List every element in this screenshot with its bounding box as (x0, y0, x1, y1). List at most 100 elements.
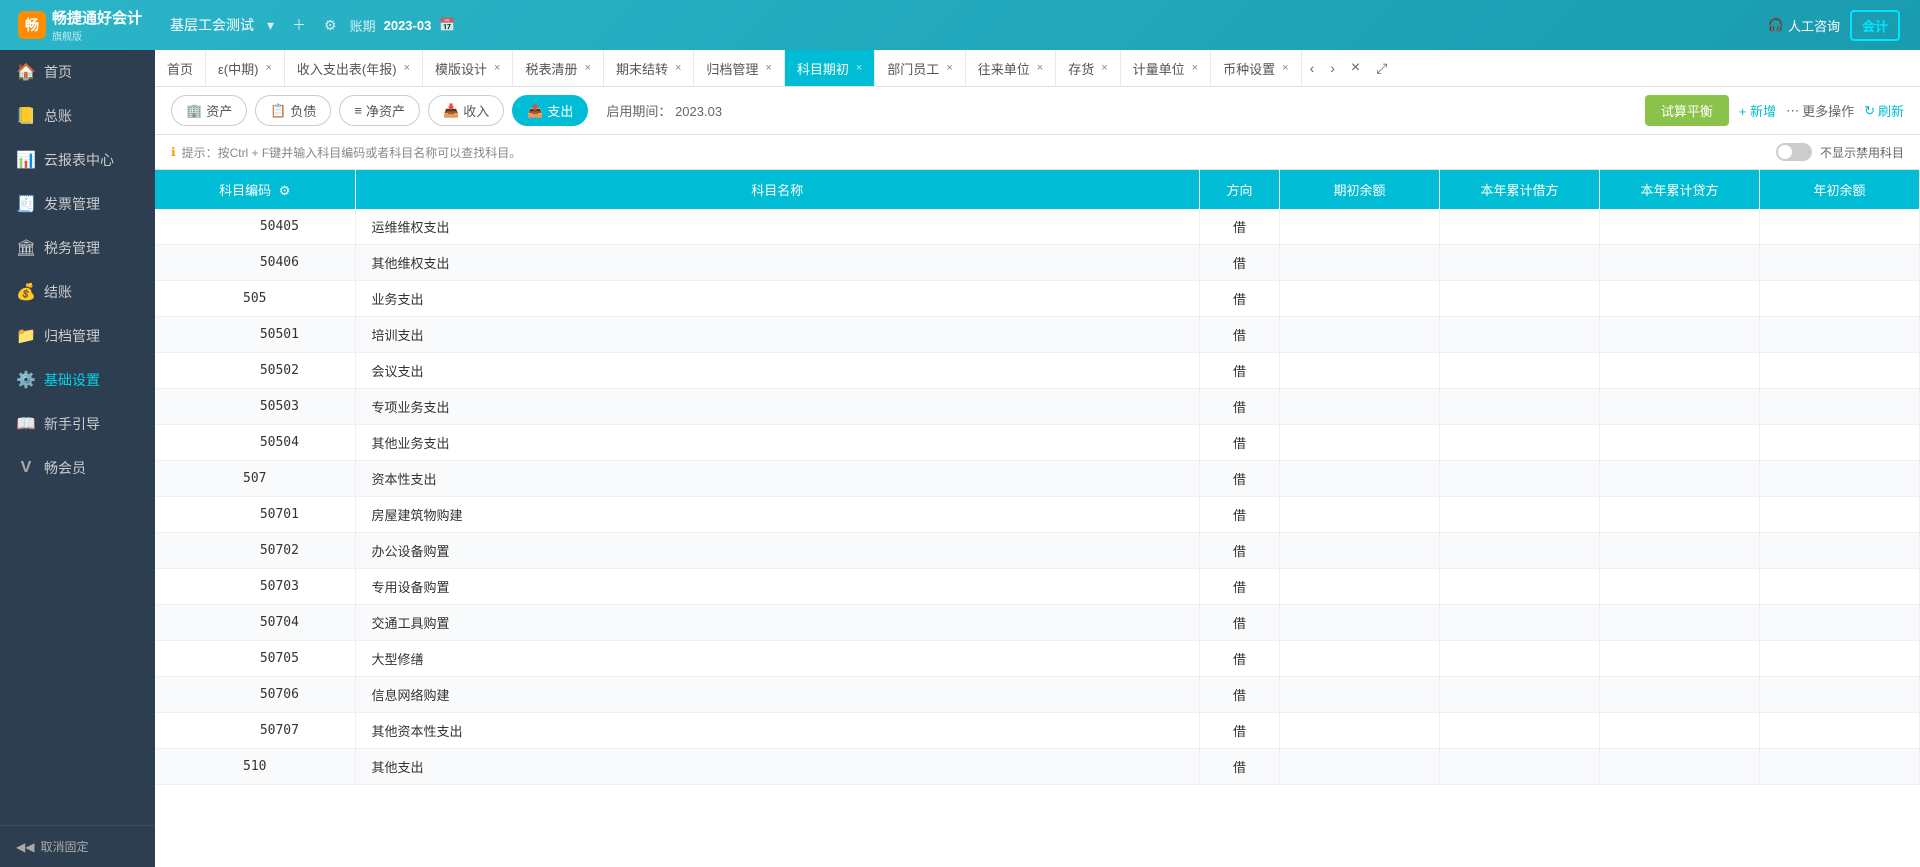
tab-currency[interactable]: 币种设置 × (1211, 50, 1301, 86)
cell-dir: 借 (1200, 245, 1280, 281)
tab-unit-close[interactable]: × (1192, 62, 1198, 74)
tab-home[interactable]: 首页 (155, 50, 206, 86)
tab-template[interactable]: 模版设计 × (423, 50, 513, 86)
tab-taxlist-close[interactable]: × (585, 62, 591, 74)
cell-year-bal (1760, 713, 1920, 749)
cell-name: 培训支出 (355, 317, 1200, 353)
tab-prev-btn[interactable]: ‹ (1302, 54, 1323, 82)
tab-annual[interactable]: 收入支出表(年报) × (285, 50, 423, 86)
subject-table: 科目编码 ⚙ 科目名称 方向 期初余额 本年累计借方 本年累计贷方 年初余额 5… (155, 170, 1920, 785)
sidebar-item-member[interactable]: V 畅会员 (0, 446, 155, 490)
tab-next-btn[interactable]: › (1322, 54, 1343, 82)
tab-dept-close[interactable]: × (946, 62, 952, 74)
table-row[interactable]: 50704 交通工具购置 借 (155, 605, 1920, 641)
sidebar-item-guide[interactable]: 📖 新手引导 (0, 402, 155, 446)
sidebar-label-member: 畅会员 (44, 458, 86, 478)
add-company-btn[interactable]: ＋ (287, 13, 311, 37)
cell-year-bal (1760, 389, 1920, 425)
tab-filing-label: 归档管理 (706, 59, 758, 78)
btn-equity[interactable]: ≡ 净资产 (339, 95, 420, 126)
table-row[interactable]: 50504 其他业务支出 借 (155, 425, 1920, 461)
tab-periodend-close[interactable]: × (675, 62, 681, 74)
cell-ytd-credit (1600, 533, 1760, 569)
btn-liability[interactable]: 📋 负债 (255, 95, 331, 126)
sidebar-item-invoice[interactable]: 🧾 发票管理 (0, 182, 155, 226)
tab-periodend[interactable]: 期末结转 × (604, 50, 694, 86)
table-row[interactable]: 50706 信息网络购建 借 (155, 677, 1920, 713)
tab-mid[interactable]: ε(中期) × (206, 50, 285, 86)
period-value: 2023-03 (384, 18, 432, 33)
tab-inventory-close[interactable]: × (1101, 62, 1107, 74)
settings-icon[interactable]: ⚙ (319, 15, 342, 36)
support-label: 人工咨询 (1788, 16, 1840, 35)
sidebar-item-settlement[interactable]: 💰 结账 (0, 270, 155, 314)
tab-annual-close[interactable]: × (404, 62, 410, 74)
sidebar-item-home[interactable]: 🏠 首页 (0, 50, 155, 94)
btn-asset[interactable]: 🏢 资产 (171, 95, 247, 126)
archive-icon: 📁 (16, 326, 36, 346)
tab-inventory-label: 存货 (1068, 59, 1094, 78)
sidebar-pin-toggle[interactable]: ◀◀ 取消固定 (0, 825, 155, 867)
support-btn[interactable]: 🎧 人工咨询 (1768, 16, 1840, 35)
tab-close-all-btn[interactable]: × (1343, 53, 1368, 83)
table-row[interactable]: 50502 会议支出 借 (155, 353, 1920, 389)
table-row[interactable]: 50503 专项业务支出 借 (155, 389, 1920, 425)
btn-expense[interactable]: 📤 支出 (512, 95, 588, 126)
table-row[interactable]: 505 业务支出 借 (155, 281, 1920, 317)
th-dir: 方向 (1200, 170, 1280, 209)
tab-subject[interactable]: 科目期初 × (785, 50, 875, 86)
table-row[interactable]: 50707 其他资本性支出 借 (155, 713, 1920, 749)
tab-currency-close[interactable]: × (1282, 62, 1288, 74)
calc-balance-btn[interactable]: 试算平衡 (1645, 95, 1729, 126)
company-dropdown-btn[interactable]: ▾ (262, 15, 279, 36)
more-btn[interactable]: ⋯ 更多操作 (1786, 101, 1854, 120)
tab-inventory[interactable]: 存货 × (1056, 50, 1120, 86)
tab-taxlist[interactable]: 税表清册 × (513, 50, 603, 86)
sidebar-item-ledger[interactable]: 📒 总账 (0, 94, 155, 138)
sidebar-label-guide: 新手引导 (44, 414, 100, 434)
income-icon: 📥 (443, 103, 459, 119)
table-row[interactable]: 507 资本性支出 借 (155, 461, 1920, 497)
col-settings-icon[interactable]: ⚙ (279, 183, 291, 198)
sidebar-item-settings[interactable]: ⚙️ 基础设置 (0, 358, 155, 402)
cell-code: 50502 (155, 353, 355, 389)
table-row[interactable]: 510 其他支出 借 (155, 749, 1920, 785)
table-row[interactable]: 50501 培训支出 借 (155, 317, 1920, 353)
cell-year-bal (1760, 749, 1920, 785)
tab-template-close[interactable]: × (494, 62, 500, 74)
table-row[interactable]: 50702 办公设备购置 借 (155, 533, 1920, 569)
info-icon: ℹ (171, 145, 176, 159)
tab-filing[interactable]: 归档管理 × (694, 50, 784, 86)
table-row[interactable]: 50701 房屋建筑物购建 借 (155, 497, 1920, 533)
table-row[interactable]: 50703 专用设备购置 借 (155, 569, 1920, 605)
table-row[interactable]: 50705 大型修缮 借 (155, 641, 1920, 677)
account-btn[interactable]: 会计 (1850, 10, 1900, 41)
cell-balance (1280, 245, 1440, 281)
table-row[interactable]: 50406 其他维权支出 借 (155, 245, 1920, 281)
tab-periodend-label: 期末结转 (616, 59, 668, 78)
btn-income[interactable]: 📥 收入 (428, 95, 504, 126)
cell-ytd-credit (1600, 209, 1760, 245)
tab-contact-close[interactable]: × (1037, 62, 1043, 74)
cell-code: 50405 (155, 209, 355, 245)
sub-nav: 🏢 资产 📋 负债 ≡ 净资产 📥 收入 📤 支出 (155, 87, 1920, 135)
tab-unit[interactable]: 计量单位 × (1121, 50, 1211, 86)
add-btn[interactable]: + 新增 (1739, 101, 1776, 120)
period-label: 账期 (350, 16, 376, 35)
table-row[interactable]: 50405 运维维权支出 借 (155, 209, 1920, 245)
invoice-icon: 🧾 (16, 194, 36, 214)
disabled-toggle[interactable] (1776, 143, 1812, 161)
expense-icon: 📤 (527, 103, 543, 119)
tab-dept[interactable]: 部门员工 × (875, 50, 965, 86)
calendar-icon[interactable]: 📅 (439, 17, 455, 33)
tab-mid-close[interactable]: × (265, 62, 271, 74)
sidebar-item-tax[interactable]: 🏛 税务管理 (0, 226, 155, 270)
sidebar-item-reports[interactable]: 📊 云报表中心 (0, 138, 155, 182)
cell-year-bal (1760, 497, 1920, 533)
sidebar-item-archive[interactable]: 📁 归档管理 (0, 314, 155, 358)
refresh-btn[interactable]: ↻ 刷新 (1864, 101, 1904, 120)
tab-filing-close[interactable]: × (765, 62, 771, 74)
tab-maximize-btn[interactable]: ⤢ (1368, 54, 1395, 83)
tab-contact[interactable]: 往来单位 × (966, 50, 1056, 86)
tab-subject-close[interactable]: × (856, 62, 862, 74)
